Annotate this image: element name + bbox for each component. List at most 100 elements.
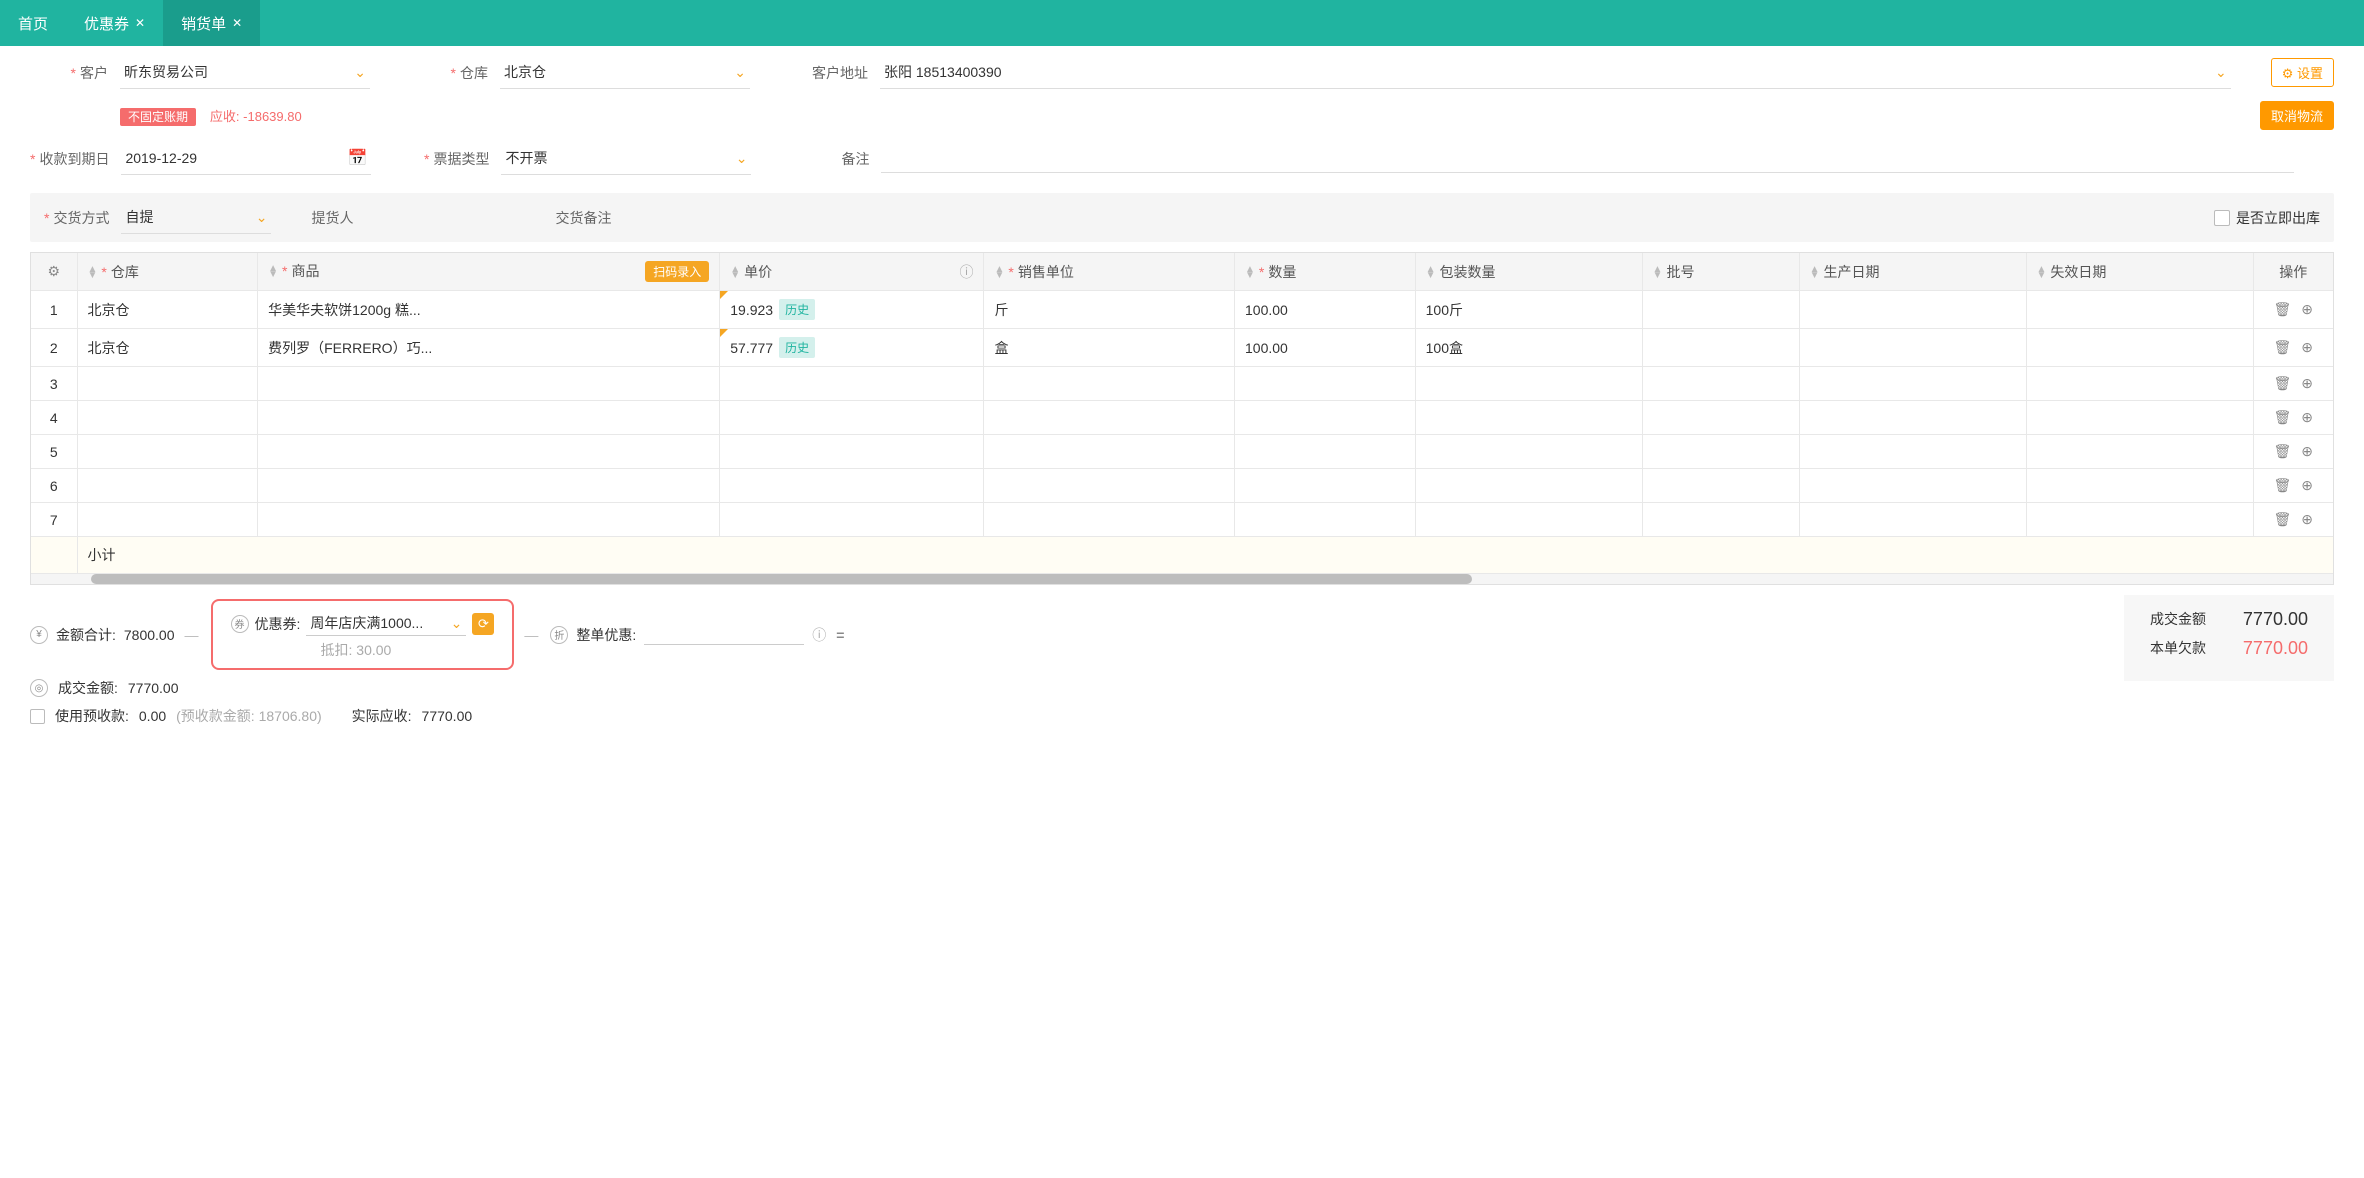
delivery-method-select[interactable]: 自提⌄	[121, 201, 271, 234]
tabs-bar: 首页 优惠券✕ 销货单✕	[0, 0, 2364, 46]
invoice-type-label: 票据类型	[433, 151, 489, 167]
chevron-down-icon: ⌄	[451, 615, 463, 632]
subtotal-label: 小计	[77, 537, 2333, 574]
due-date-label: 收款到期日	[39, 151, 109, 167]
tab-sales-order[interactable]: 销货单✕	[163, 0, 260, 46]
due-date-input[interactable]: 2019-12-29📅	[121, 142, 371, 175]
delete-row-icon[interactable]: 🗑	[2273, 339, 2291, 356]
footer-summary: ¥ 金额合计: 7800.00 — 券 优惠券: 周年店庆满1000...⌄ ⟳…	[0, 585, 2364, 754]
history-tag[interactable]: 历史	[779, 337, 815, 358]
sort-icon: ▲▼	[1245, 267, 1255, 279]
checkbox-icon	[2214, 210, 2230, 226]
horizontal-scrollbar[interactable]	[31, 574, 2333, 584]
refresh-coupon-button[interactable]: ⟳	[472, 613, 494, 635]
equals-icon: =	[836, 627, 844, 643]
help-icon[interactable]: ⓘ	[812, 625, 826, 645]
close-icon[interactable]: ✕	[135, 16, 145, 30]
col-qty[interactable]: ▲▼*数量	[1235, 253, 1416, 291]
delete-row-icon[interactable]: 🗑	[2273, 511, 2291, 528]
deal-value: 7770.00	[128, 680, 179, 696]
totals-panel: 成交金额7770.00 本单欠款7770.00	[2124, 595, 2334, 681]
price-marker-icon	[720, 291, 728, 299]
cancel-logistics-button[interactable]: 取消物流	[2260, 101, 2334, 130]
add-row-icon[interactable]: ⊕	[2301, 443, 2313, 460]
chevron-down-icon: ⌄	[2215, 64, 2227, 81]
customer-label: 客户	[80, 65, 108, 81]
cust-addr-label: 客户地址	[812, 65, 868, 81]
table-row[interactable]: 2北京仓费列罗（FERRERO）巧...57.777历史盒100.00100盒🗑…	[31, 329, 2333, 367]
sort-icon: ▲▼	[1653, 267, 1663, 279]
settings-button[interactable]: ⚙ 设置	[2271, 58, 2334, 87]
add-row-icon[interactable]: ⊕	[2301, 511, 2313, 528]
history-tag[interactable]: 历史	[779, 299, 815, 320]
warehouse-select[interactable]: 北京仓⌄	[500, 56, 750, 89]
table-row[interactable]: 6🗑⊕	[31, 469, 2333, 503]
chevron-down-icon: ⌄	[734, 64, 746, 81]
add-row-icon[interactable]: ⊕	[2301, 409, 2313, 426]
invoice-type-select[interactable]: 不开票⌄	[501, 142, 751, 175]
sort-icon: ▲▼	[1426, 267, 1436, 279]
table-row[interactable]: 5🗑⊕	[31, 435, 2333, 469]
tab-home[interactable]: 首页	[0, 0, 66, 46]
price-marker-icon	[720, 329, 728, 337]
sort-icon: ▲▼	[1810, 267, 1820, 279]
add-row-icon[interactable]: ⊕	[2301, 301, 2313, 318]
col-exp-date[interactable]: ▲▼失效日期	[2026, 253, 2253, 291]
add-row-icon[interactable]: ⊕	[2301, 339, 2313, 356]
instant-out-checkbox[interactable]: 是否立即出库	[2214, 208, 2320, 228]
scan-button[interactable]: 扫码录入	[645, 261, 709, 282]
tab-coupon[interactable]: 优惠券✕	[66, 0, 163, 46]
cust-addr-select[interactable]: 张阳 18513400390⌄	[880, 56, 2231, 89]
chevron-down-icon: ⌄	[736, 150, 748, 167]
coupon-icon: 券	[231, 615, 249, 633]
chevron-down-icon: ⌄	[256, 209, 268, 226]
sort-icon: ▲▼	[2037, 267, 2047, 279]
col-prod-date[interactable]: ▲▼生产日期	[1799, 253, 2026, 291]
table-row[interactable]: 4🗑⊕	[31, 401, 2333, 435]
sort-icon: ▲▼	[994, 267, 1004, 279]
table-row[interactable]: 1北京仓华美华夫软饼1200g 糕...19.923历史斤100.00100斤🗑…	[31, 291, 2333, 329]
col-warehouse[interactable]: ▲▼*仓库	[77, 253, 258, 291]
delete-row-icon[interactable]: 🗑	[2273, 375, 2291, 392]
delete-row-icon[interactable]: 🗑	[2273, 301, 2291, 318]
add-row-icon[interactable]: ⊕	[2301, 477, 2313, 494]
picker-input[interactable]	[365, 204, 515, 232]
help-icon[interactable]: ⓘ	[959, 262, 973, 282]
add-row-icon[interactable]: ⊕	[2301, 375, 2313, 392]
gear-icon[interactable]: ⚙	[47, 263, 60, 279]
use-prepay-checkbox[interactable]	[30, 709, 45, 724]
coupon-highlight-box: 券 优惠券: 周年店庆满1000...⌄ ⟳ 抵扣: 30.00	[211, 599, 515, 670]
close-icon[interactable]: ✕	[232, 16, 242, 30]
col-pack[interactable]: ▲▼包装数量	[1415, 253, 1642, 291]
delete-row-icon[interactable]: 🗑	[2273, 477, 2291, 494]
chevron-down-icon: ⌄	[354, 64, 366, 81]
customer-select[interactable]: 昕东贸易公司⌄	[120, 56, 370, 89]
delete-row-icon[interactable]: 🗑	[2273, 409, 2291, 426]
table-row[interactable]: 7🗑⊕	[31, 503, 2333, 537]
col-batch[interactable]: ▲▼批号	[1642, 253, 1799, 291]
col-product[interactable]: ▲▼*商品扫码录入	[258, 253, 720, 291]
calendar-icon: 📅	[348, 148, 368, 168]
delete-row-icon[interactable]: 🗑	[2273, 443, 2291, 460]
discount-icon: 折	[550, 626, 568, 644]
sort-icon: ▲▼	[730, 267, 740, 279]
col-unit[interactable]: ▲▼*销售单位	[984, 253, 1235, 291]
total-value: 7800.00	[124, 627, 175, 643]
remark-input[interactable]	[881, 144, 2294, 173]
delivery-strip: *交货方式 自提⌄ 提货人 交货备注 是否立即出库	[30, 193, 2334, 242]
sort-icon: ▲▼	[268, 266, 278, 278]
items-table: ⚙ ▲▼*仓库 ▲▼*商品扫码录入 ▲▼单价ⓘ ▲▼*销售单位 ▲▼*数量 ▲▼…	[30, 252, 2334, 585]
credit-badge: 不固定账期	[120, 108, 196, 126]
remark-label: 备注	[841, 151, 869, 167]
deduct-text: 抵扣: 30.00	[321, 640, 495, 660]
col-actions: 操作	[2253, 253, 2333, 291]
delivery-remark-input[interactable]	[623, 204, 2174, 232]
warehouse-label: 仓库	[460, 65, 488, 81]
table-row[interactable]: 3🗑⊕	[31, 367, 2333, 401]
receivable-text: 应收: -18639.80	[210, 109, 302, 124]
currency-icon: ¥	[30, 626, 48, 644]
col-price[interactable]: ▲▼单价ⓘ	[720, 253, 984, 291]
coupon-select[interactable]: 周年店庆满1000...⌄	[306, 611, 466, 636]
order-discount-input[interactable]	[644, 624, 804, 645]
deal-icon: ◎	[30, 679, 48, 697]
